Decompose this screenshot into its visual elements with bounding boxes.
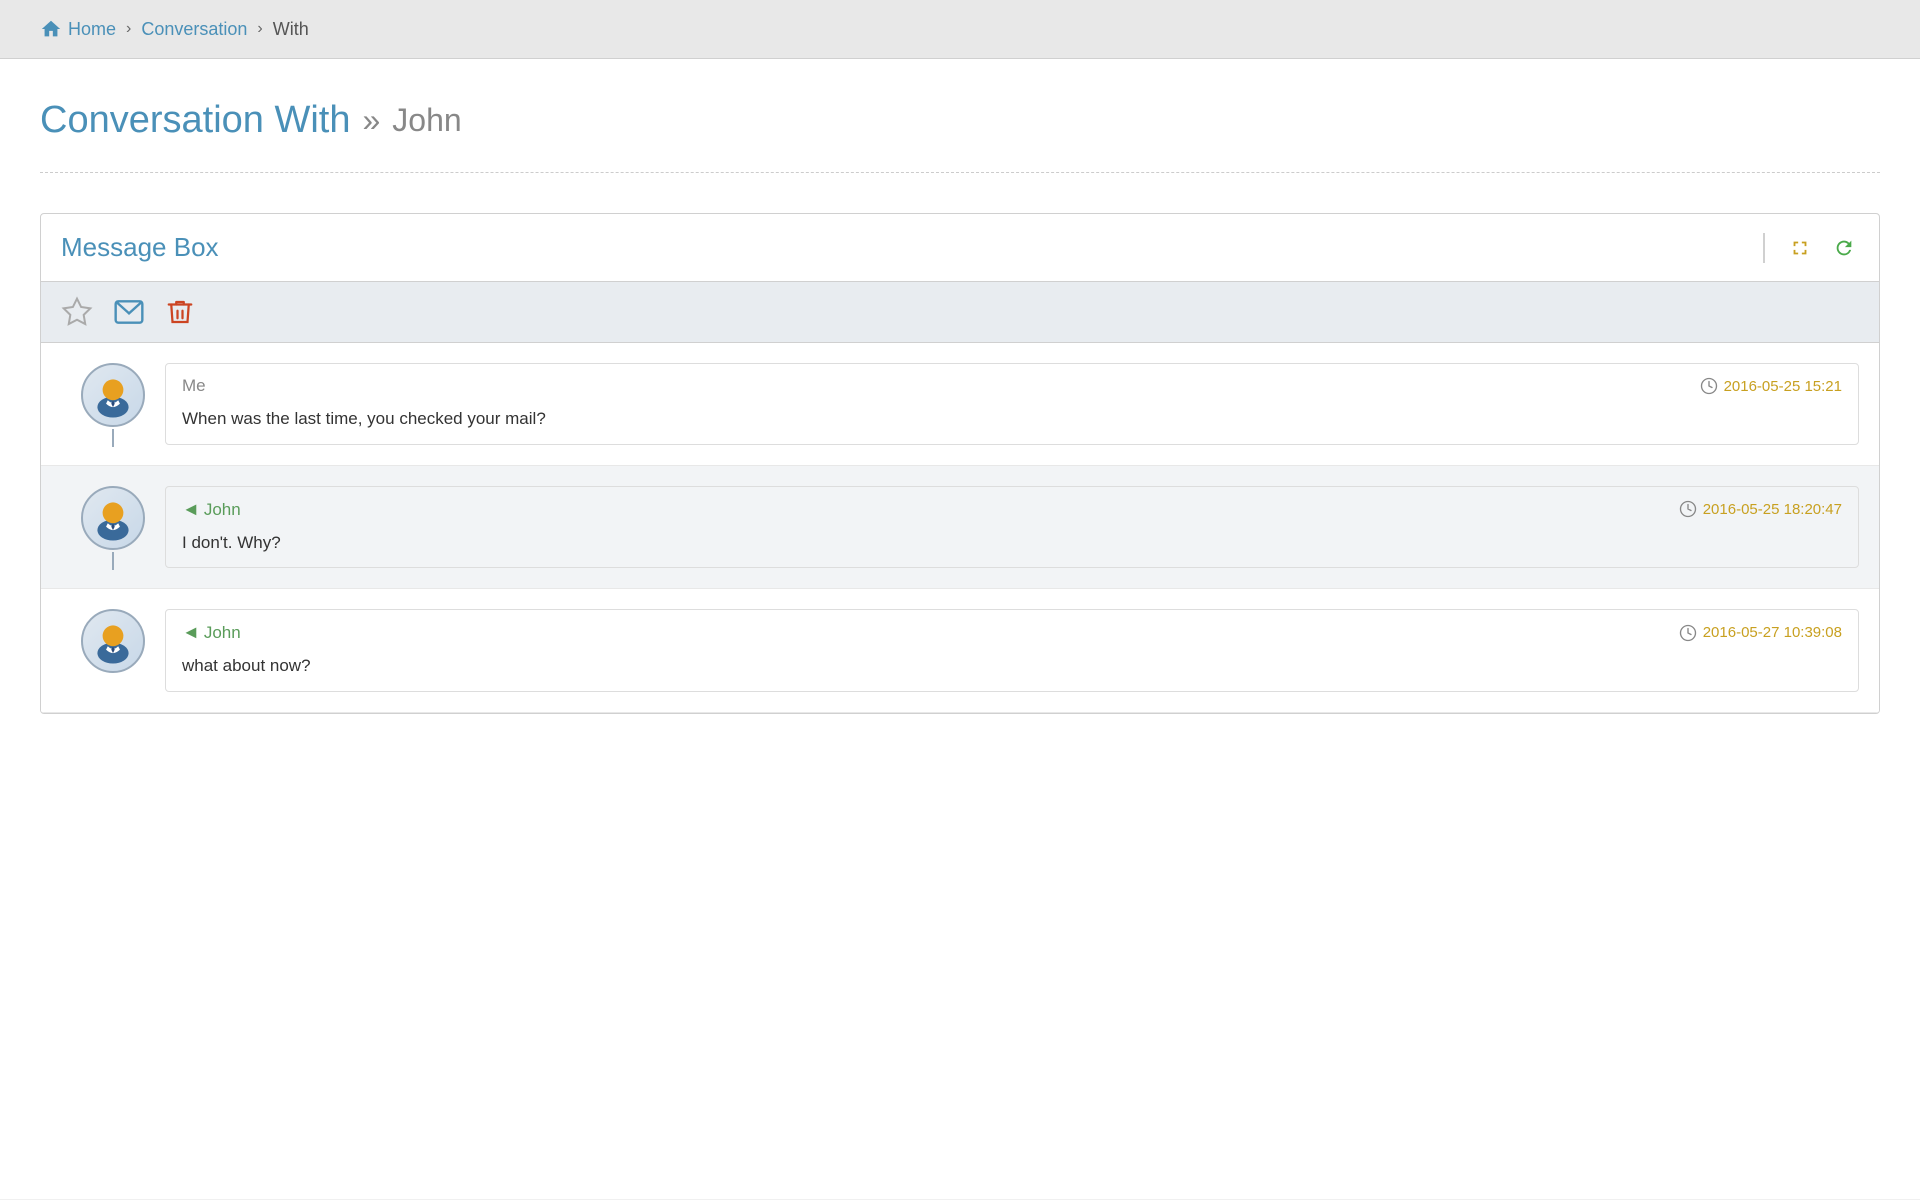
message-text-1: When was the last time, you checked your… [182,406,1842,432]
message-bubble-3: ◄John 2016-05-27 10:39:08 what about now… [165,609,1859,692]
person-icon-1 [87,369,139,421]
message-text-2: I don't. Why? [182,530,1842,556]
title-divider [40,172,1880,173]
message-meta-2: ◄John 2016-05-25 18:20:47 [182,499,1842,520]
timestamp-text-3: 2016-05-27 10:39:08 [1703,624,1842,641]
messages-list: Me 2016-05-25 15:21 When was the last ti… [41,343,1879,713]
message-meta-3: ◄John 2016-05-27 10:39:08 [182,622,1842,643]
expand-button[interactable] [1785,233,1815,263]
star-icon [61,296,93,328]
avatar-wrap-1 [81,363,145,427]
timestamp-text-2: 2016-05-25 18:20:47 [1703,501,1842,518]
home-icon [40,18,62,40]
message-box-section: Message Box [40,213,1880,714]
breadcrumb-separator-1: › [126,20,131,38]
mail-button[interactable] [113,296,145,328]
message-timestamp-3: 2016-05-27 10:39:08 [1679,624,1842,642]
message-toolbar [41,282,1879,343]
page-content: Conversation With » John Message Box [0,59,1920,1199]
avatar-1 [81,363,145,427]
avatar-2 [81,486,145,550]
expand-icon [1789,237,1811,259]
timestamp-text-1: 2016-05-25 15:21 [1724,378,1842,395]
message-text-3: what about now? [182,653,1842,679]
message-timestamp-1: 2016-05-25 15:21 [1700,377,1842,395]
page-title-name: John [392,102,461,139]
message-item: ◄John 2016-05-25 18:20:47 I don't. Why? [41,466,1879,590]
message-sender-3: ◄John [182,622,241,643]
mail-icon [113,296,145,328]
arrow-icon-2: ◄ [182,499,200,519]
breadcrumb-conversation-link[interactable]: Conversation [141,19,247,40]
clock-icon-2 [1679,500,1697,518]
trash-icon [165,297,195,327]
avatar-wrap-2 [81,486,145,550]
timeline-line-1 [112,429,114,447]
breadcrumb-with-label: With [273,19,309,40]
breadcrumb-bar: Home › Conversation › With [0,0,1920,59]
clock-icon-3 [1679,624,1697,642]
clock-icon-1 [1700,377,1718,395]
message-item: Me 2016-05-25 15:21 When was the last ti… [41,343,1879,466]
message-meta-1: Me 2016-05-25 15:21 [182,376,1842,396]
avatar-wrap-3 [81,609,145,673]
message-sender-2: ◄John [182,499,241,520]
refresh-icon [1833,237,1855,259]
breadcrumb-home-label: Home [68,19,116,40]
message-box-header: Message Box [41,214,1879,282]
avatar-3 [81,609,145,673]
message-item: ◄John 2016-05-27 10:39:08 what about now… [41,589,1879,713]
timeline-line-2 [112,552,114,570]
page-title-separator: » [362,102,380,139]
page-title-main: Conversation With [40,99,350,142]
page-title-block: Conversation With » John [40,99,1880,142]
person-icon-2 [87,492,139,544]
message-box-title: Message Box [61,232,219,263]
arrow-icon-3: ◄ [182,622,200,642]
delete-button[interactable] [165,297,195,327]
message-timestamp-2: 2016-05-25 18:20:47 [1679,500,1842,518]
message-sender-1: Me [182,376,206,396]
breadcrumb-home-link[interactable]: Home [40,18,116,40]
message-bubble-1: Me 2016-05-25 15:21 When was the last ti… [165,363,1859,445]
star-button[interactable] [61,296,93,328]
person-icon-3 [87,615,139,667]
breadcrumb-separator-2: › [257,20,262,38]
refresh-button[interactable] [1829,233,1859,263]
message-box-actions [1763,233,1859,263]
message-bubble-2: ◄John 2016-05-25 18:20:47 I don't. Why? [165,486,1859,569]
